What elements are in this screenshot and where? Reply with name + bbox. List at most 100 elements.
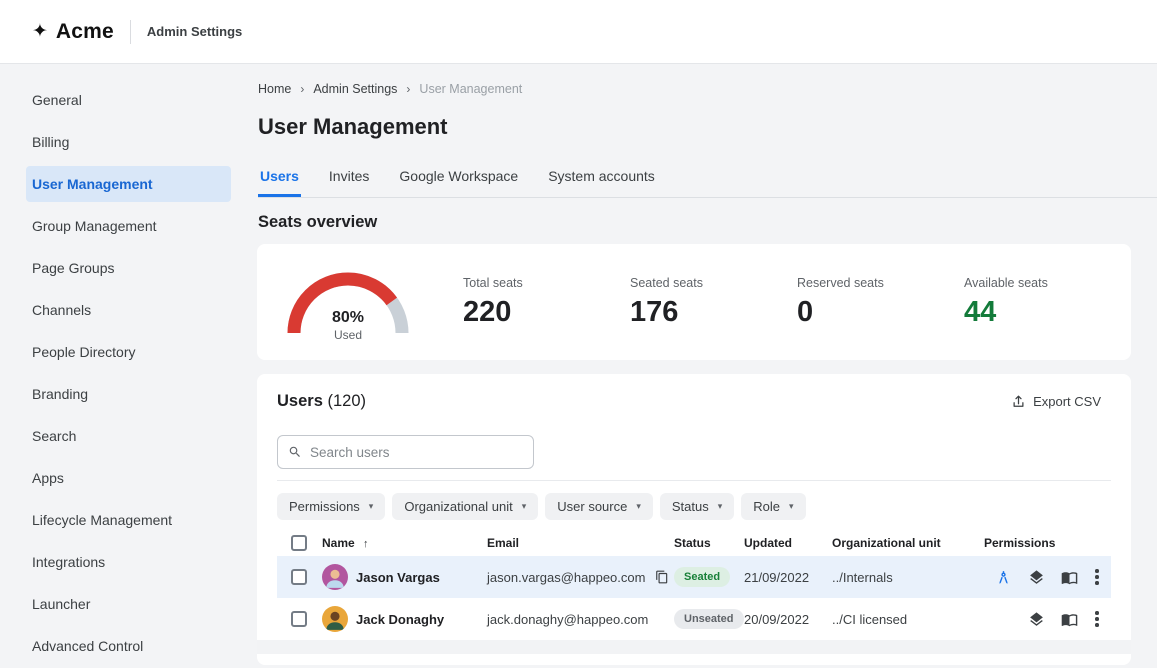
sparkle-icon: ✦ bbox=[32, 22, 48, 41]
filter-status[interactable]: Status ▾ bbox=[660, 493, 734, 520]
sidebar-item-advanced-control[interactable]: Advanced Control bbox=[26, 628, 231, 664]
main-content: Home › Admin Settings › User Management … bbox=[231, 64, 1157, 668]
stat-total-seats: Total seats 220 bbox=[463, 276, 630, 329]
tab-users[interactable]: Users bbox=[258, 162, 301, 197]
permissions-icons bbox=[960, 569, 1082, 586]
open-book-icon[interactable] bbox=[1061, 569, 1078, 586]
sidebar-item-apps[interactable]: Apps bbox=[26, 460, 231, 496]
users-table-header: Name ↑ Email Status Updated Organization… bbox=[277, 530, 1111, 556]
export-csv-button[interactable]: Export CSV bbox=[1011, 394, 1101, 409]
logo-text: Acme bbox=[56, 20, 114, 44]
chevron-right-icon: › bbox=[406, 82, 410, 96]
breadcrumb-home[interactable]: Home bbox=[258, 82, 291, 96]
seats-overview-card: 80% Used Total seats 220 Seated seats 17… bbox=[257, 244, 1131, 360]
gauge-percent: 80% bbox=[332, 309, 364, 327]
filter-organizational-unit[interactable]: Organizational unit ▾ bbox=[392, 493, 538, 520]
filter-user-source[interactable]: User source ▾ bbox=[545, 493, 653, 520]
top-bar: ✦ Acme Admin Settings bbox=[0, 0, 1157, 64]
row-checkbox[interactable] bbox=[291, 611, 307, 627]
sidebar-item-integrations[interactable]: Integrations bbox=[26, 544, 231, 580]
column-updated: Updated bbox=[744, 536, 832, 550]
stat-available-seats: Available seats 44 bbox=[964, 276, 1131, 329]
sidebar-item-channels[interactable]: Channels bbox=[26, 292, 231, 328]
user-email: jack.donaghy@happeo.com bbox=[487, 612, 648, 627]
org-unit: ../CI licensed bbox=[832, 612, 960, 627]
filter-role[interactable]: Role ▾ bbox=[741, 493, 805, 520]
stat-seated-seats: Seated seats 176 bbox=[630, 276, 797, 329]
sidebar-item-search[interactable]: Search bbox=[26, 418, 231, 454]
column-name[interactable]: Name ↑ bbox=[322, 536, 487, 550]
stat-reserved-seats: Reserved seats 0 bbox=[797, 276, 964, 329]
select-all-checkbox[interactable] bbox=[291, 535, 307, 551]
updated-date: 20/09/2022 bbox=[744, 612, 832, 627]
user-name: Jack Donaghy bbox=[356, 612, 444, 627]
seats-usage-gauge: 80% Used bbox=[283, 263, 413, 342]
sidebar-item-branding[interactable]: Branding bbox=[26, 376, 231, 412]
sidebar-item-people-directory[interactable]: People Directory bbox=[26, 334, 231, 370]
seats-overview-heading: Seats overview bbox=[258, 213, 1131, 232]
filter-bar: Permissions ▾ Organizational unit ▾ User… bbox=[277, 493, 1111, 520]
breadcrumb: Home › Admin Settings › User Management bbox=[258, 82, 1131, 96]
user-email: jason.vargas@happeo.com bbox=[487, 570, 645, 585]
chevron-down-icon: ▾ bbox=[718, 501, 723, 512]
chevron-down-icon: ▾ bbox=[636, 501, 641, 512]
updated-date: 21/09/2022 bbox=[744, 570, 832, 585]
layers-icon[interactable] bbox=[1028, 611, 1045, 628]
table-row-jack-donaghy[interactable]: Jack Donaghy jack.donaghy@happeo.com Uns… bbox=[277, 598, 1111, 640]
status-badge: Seated bbox=[674, 567, 730, 587]
sidebar-item-lifecycle-management[interactable]: Lifecycle Management bbox=[26, 502, 231, 538]
users-count: (120) bbox=[327, 392, 366, 410]
layers-icon[interactable] bbox=[1028, 569, 1045, 586]
search-users-input[interactable] bbox=[310, 445, 523, 460]
header-divider bbox=[130, 20, 131, 44]
settings-sidebar: General Billing User Management Group Ma… bbox=[0, 64, 231, 668]
sidebar-item-group-management[interactable]: Group Management bbox=[26, 208, 231, 244]
sort-ascending-icon[interactable]: ↑ bbox=[363, 538, 369, 550]
row-menu-kebab-icon[interactable] bbox=[1091, 607, 1103, 631]
avatar bbox=[322, 606, 348, 632]
sidebar-item-billing[interactable]: Billing bbox=[26, 124, 231, 160]
divider bbox=[277, 480, 1111, 481]
sidebar-item-launcher[interactable]: Launcher bbox=[26, 586, 231, 622]
copy-icon[interactable] bbox=[655, 570, 669, 584]
gauge-sub-label: Used bbox=[334, 328, 362, 342]
chevron-right-icon: › bbox=[300, 82, 304, 96]
sidebar-item-user-management[interactable]: User Management bbox=[26, 166, 231, 202]
chevron-down-icon: ▾ bbox=[369, 501, 374, 512]
sidebar-item-page-groups[interactable]: Page Groups bbox=[26, 250, 231, 286]
user-search[interactable] bbox=[277, 435, 534, 469]
user-name: Jason Vargas bbox=[356, 570, 440, 585]
tab-system-accounts[interactable]: System accounts bbox=[546, 162, 657, 197]
table-row-jason-vargas[interactable]: Jason Vargas jason.vargas@happeo.com Sea… bbox=[277, 556, 1111, 598]
filter-permissions[interactable]: Permissions ▾ bbox=[277, 493, 385, 520]
upload-icon bbox=[1011, 394, 1026, 409]
next-row-partial bbox=[257, 640, 1131, 654]
tab-google-workspace[interactable]: Google Workspace bbox=[397, 162, 520, 197]
status-badge: Unseated bbox=[674, 609, 744, 629]
architecture-compass-icon[interactable] bbox=[995, 569, 1012, 586]
header-section-label: Admin Settings bbox=[147, 24, 242, 39]
search-icon bbox=[288, 445, 302, 459]
page-title: User Management bbox=[258, 114, 1131, 140]
chevron-down-icon: ▾ bbox=[789, 501, 794, 512]
open-book-icon[interactable] bbox=[1061, 611, 1078, 628]
seat-stats: Total seats 220 Seated seats 176 Reserve… bbox=[463, 276, 1131, 329]
column-email: Email bbox=[487, 536, 674, 550]
acme-logo[interactable]: ✦ Acme bbox=[32, 20, 114, 44]
users-card: Users (120) Export CSV bbox=[257, 374, 1131, 665]
row-checkbox[interactable] bbox=[291, 569, 307, 585]
breadcrumb-admin-settings[interactable]: Admin Settings bbox=[313, 82, 397, 96]
breadcrumb-current: User Management bbox=[419, 82, 522, 96]
column-permissions: Permissions bbox=[960, 536, 1082, 550]
tab-bar: Users Invites Google Workspace System ac… bbox=[258, 162, 1157, 198]
avatar bbox=[322, 564, 348, 590]
chevron-down-icon: ▾ bbox=[522, 501, 527, 512]
users-section-title: Users (120) bbox=[277, 392, 366, 411]
row-menu-kebab-icon[interactable] bbox=[1091, 565, 1103, 589]
org-unit: ../Internals bbox=[832, 570, 960, 585]
sidebar-item-general[interactable]: General bbox=[26, 82, 231, 118]
tab-invites[interactable]: Invites bbox=[327, 162, 371, 197]
column-organizational-unit: Organizational unit bbox=[832, 536, 960, 550]
permissions-icons bbox=[960, 611, 1082, 628]
column-status: Status bbox=[674, 536, 744, 550]
